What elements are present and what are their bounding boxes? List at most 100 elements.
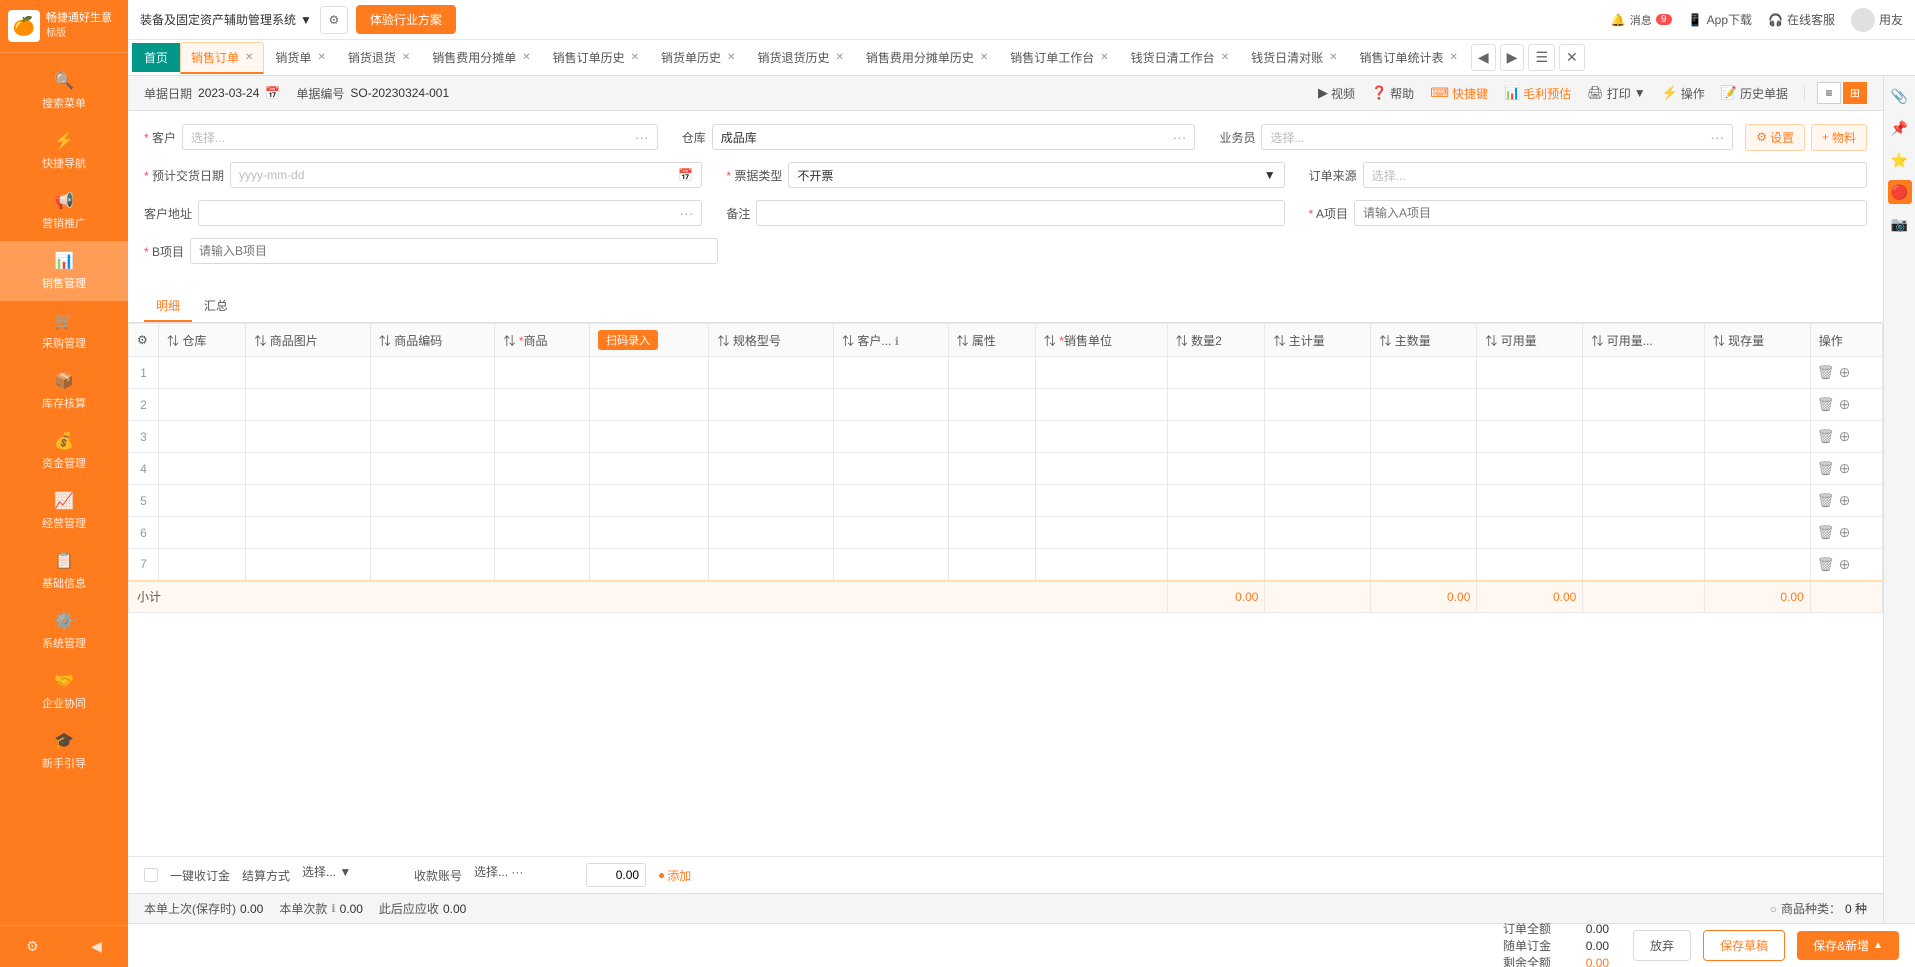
row-customer-code[interactable] bbox=[834, 357, 949, 389]
sidebar-collapse-btn[interactable]: ◀ bbox=[87, 934, 106, 959]
tab-sales-expense[interactable]: 销售费用分摊单 ✕ bbox=[421, 42, 541, 73]
tab-close-all-btn[interactable]: ✕ bbox=[1559, 44, 1585, 71]
view-video-btn[interactable]: ▶ 视频 bbox=[1314, 83, 1359, 104]
sort-icon[interactable]: ⇅ bbox=[379, 334, 391, 348]
payment-method-select[interactable]: 选择... ▼ bbox=[302, 863, 402, 887]
history-btn[interactable]: 📝 历史单据 bbox=[1717, 83, 1792, 104]
tab-cash-reconcile[interactable]: 钱货日清对账 ✕ bbox=[1240, 42, 1348, 73]
add-material-btn[interactable]: + 物料 bbox=[1811, 124, 1867, 151]
copy-row-icon[interactable]: ⊕ bbox=[1839, 428, 1851, 445]
system-title-dropdown[interactable]: 装备及固定资产辅助管理系统 ▼ bbox=[140, 11, 312, 28]
sidebar-item-purchase[interactable]: 🛒 采购管理 bbox=[0, 301, 128, 361]
tab-summary[interactable]: 汇总 bbox=[192, 291, 240, 322]
tab-close-icon[interactable]: ✕ bbox=[1100, 52, 1108, 63]
right-panel-star-icon[interactable]: ⭐ bbox=[1888, 148, 1912, 172]
online-support-btn[interactable]: 🎧 在线客服 bbox=[1768, 11, 1835, 28]
remarks-input[interactable] bbox=[756, 200, 1284, 226]
tab-invoice-history[interactable]: 销货单历史 ✕ bbox=[650, 42, 746, 73]
tab-close-icon[interactable]: ✕ bbox=[317, 52, 325, 63]
sort-icon[interactable]: ⇅ bbox=[1591, 334, 1603, 348]
row-unit[interactable] bbox=[1035, 357, 1167, 389]
tab-sales-return[interactable]: 销货退货 ✕ bbox=[337, 42, 421, 73]
account-select[interactable]: 选择... ··· bbox=[474, 863, 574, 887]
copy-row-icon[interactable]: ⊕ bbox=[1839, 492, 1851, 509]
warehouse-input[interactable]: 成品库 ··· bbox=[712, 124, 1196, 150]
tab-expense-history[interactable]: 销售费用分摊单历史 ✕ bbox=[855, 42, 999, 73]
delete-row-icon[interactable]: 🗑 bbox=[1817, 492, 1835, 509]
notifications-btn[interactable]: 🔔 消息 9 bbox=[1611, 12, 1672, 28]
list-view-btn[interactable]: ≡ bbox=[1817, 82, 1841, 104]
sort-icon[interactable]: ⇅ bbox=[1044, 334, 1056, 348]
sort-icon[interactable]: ⇅ bbox=[167, 334, 179, 348]
tab-detail[interactable]: 明细 bbox=[144, 291, 192, 322]
sidebar-item-enterprise[interactable]: 🤝 企业协同 bbox=[0, 661, 128, 721]
tab-order-report[interactable]: 销售订单统计表 ✕ bbox=[1348, 42, 1468, 73]
tab-close-icon[interactable]: ✕ bbox=[631, 52, 639, 63]
sort-icon[interactable]: ⇅ bbox=[503, 334, 515, 348]
sidebar-item-search[interactable]: 🔍 搜索菜单 bbox=[0, 61, 128, 121]
customer-input[interactable]: 选择... ··· bbox=[182, 124, 658, 150]
tab-sales-order-history[interactable]: 销售订单历史 ✕ bbox=[542, 42, 650, 73]
sidebar-item-system[interactable]: ⚙️ 系统管理 bbox=[0, 601, 128, 661]
sidebar-item-sales[interactable]: 📊 销售管理 bbox=[0, 241, 128, 301]
sidebar-item-inventory[interactable]: 📦 库存核算 bbox=[0, 361, 128, 421]
row-main-unit[interactable] bbox=[1265, 357, 1371, 389]
tab-home[interactable]: 首页 bbox=[132, 43, 180, 72]
sort-icon[interactable]: ⇅ bbox=[1176, 334, 1188, 348]
tab-prev-btn[interactable]: ◀ bbox=[1471, 44, 1496, 71]
tab-close-icon[interactable]: ✕ bbox=[402, 52, 410, 63]
copy-row-icon[interactable]: ⊕ bbox=[1839, 524, 1851, 541]
staff-input[interactable]: 选择... ··· bbox=[1261, 124, 1733, 150]
delete-row-icon[interactable]: 🗑 bbox=[1817, 364, 1835, 381]
save-new-button[interactable]: 保存&新增 ▲ bbox=[1797, 931, 1899, 960]
row-main-qty[interactable] bbox=[1371, 357, 1477, 389]
tab-return-history[interactable]: 销货退货历史 ✕ bbox=[746, 42, 854, 73]
tab-close-icon[interactable]: ✕ bbox=[835, 52, 843, 63]
right-panel-bookmark-icon[interactable]: 📌 bbox=[1888, 116, 1912, 140]
address-input[interactable]: ··· bbox=[198, 200, 702, 226]
delete-row-icon[interactable]: 🗑 bbox=[1817, 396, 1835, 413]
sidebar-item-quicknav[interactable]: ⚡ 快捷导航 bbox=[0, 121, 128, 181]
copy-row-icon[interactable]: ⊕ bbox=[1839, 396, 1851, 413]
tab-close-icon[interactable]: ✕ bbox=[980, 52, 988, 63]
tab-close-icon[interactable]: ✕ bbox=[1450, 52, 1458, 63]
row-available[interactable] bbox=[1477, 357, 1583, 389]
tab-sales-invoice[interactable]: 销货单 ✕ bbox=[264, 42, 336, 73]
copy-row-icon[interactable]: ⊕ bbox=[1839, 364, 1851, 381]
row-warehouse[interactable] bbox=[159, 357, 246, 389]
app-download-btn[interactable]: 📱 App下载 bbox=[1688, 11, 1752, 28]
invoice-type-select[interactable]: 不开票 ▼ bbox=[788, 162, 1284, 188]
th-settings[interactable]: ⚙ bbox=[129, 324, 159, 357]
delete-row-icon[interactable]: 🗑 bbox=[1817, 460, 1835, 477]
calendar-icon[interactable]: 📅 bbox=[265, 86, 280, 100]
sort-icon[interactable]: ⇅ bbox=[1379, 334, 1391, 348]
sidebar-item-base[interactable]: 📋 基础信息 bbox=[0, 541, 128, 601]
row-attribute[interactable] bbox=[948, 357, 1035, 389]
copy-row-icon[interactable]: ⊕ bbox=[1839, 460, 1851, 477]
grid-view-btn[interactable]: ⊞ bbox=[1843, 82, 1867, 104]
discard-button[interactable]: 放弃 bbox=[1633, 930, 1691, 961]
tab-close-icon[interactable]: ✕ bbox=[1221, 52, 1229, 63]
row-stock[interactable] bbox=[1704, 357, 1810, 389]
sort-icon[interactable]: ⇅ bbox=[717, 334, 729, 348]
row-spec[interactable] bbox=[709, 357, 834, 389]
tab-list-btn[interactable]: ☰ bbox=[1528, 44, 1555, 71]
sidebar-item-guide[interactable]: 🎓 新手引导 bbox=[0, 721, 128, 781]
delivery-date-input[interactable]: yyyy-mm-dd 📅 bbox=[230, 162, 702, 188]
sidebar-item-marketing[interactable]: 📢 营销推广 bbox=[0, 181, 128, 241]
sidebar-item-operations[interactable]: 📈 经营管理 bbox=[0, 481, 128, 541]
operate-btn[interactable]: ⚡ 操作 bbox=[1658, 83, 1709, 104]
sort-icon[interactable]: ⇅ bbox=[1485, 334, 1497, 348]
delete-row-icon[interactable]: 🗑 bbox=[1817, 556, 1835, 573]
one-click-checkbox[interactable] bbox=[144, 868, 158, 882]
topbar-settings-btn[interactable]: ⚙ bbox=[320, 6, 348, 34]
right-panel-attachment-icon[interactable]: 📎 bbox=[1888, 84, 1912, 108]
row-image[interactable] bbox=[246, 357, 371, 389]
row-available2[interactable] bbox=[1583, 357, 1704, 389]
tab-sales-order[interactable]: 销售订单 ✕ bbox=[180, 42, 264, 74]
right-panel-camera-icon[interactable]: 📷 bbox=[1888, 212, 1912, 236]
a-project-input[interactable] bbox=[1354, 200, 1867, 226]
sort-icon[interactable]: ⇅ bbox=[254, 334, 266, 348]
shortcut-btn[interactable]: ⌨ 快捷键 bbox=[1426, 83, 1492, 104]
copy-row-icon[interactable]: ⊕ bbox=[1839, 556, 1851, 573]
